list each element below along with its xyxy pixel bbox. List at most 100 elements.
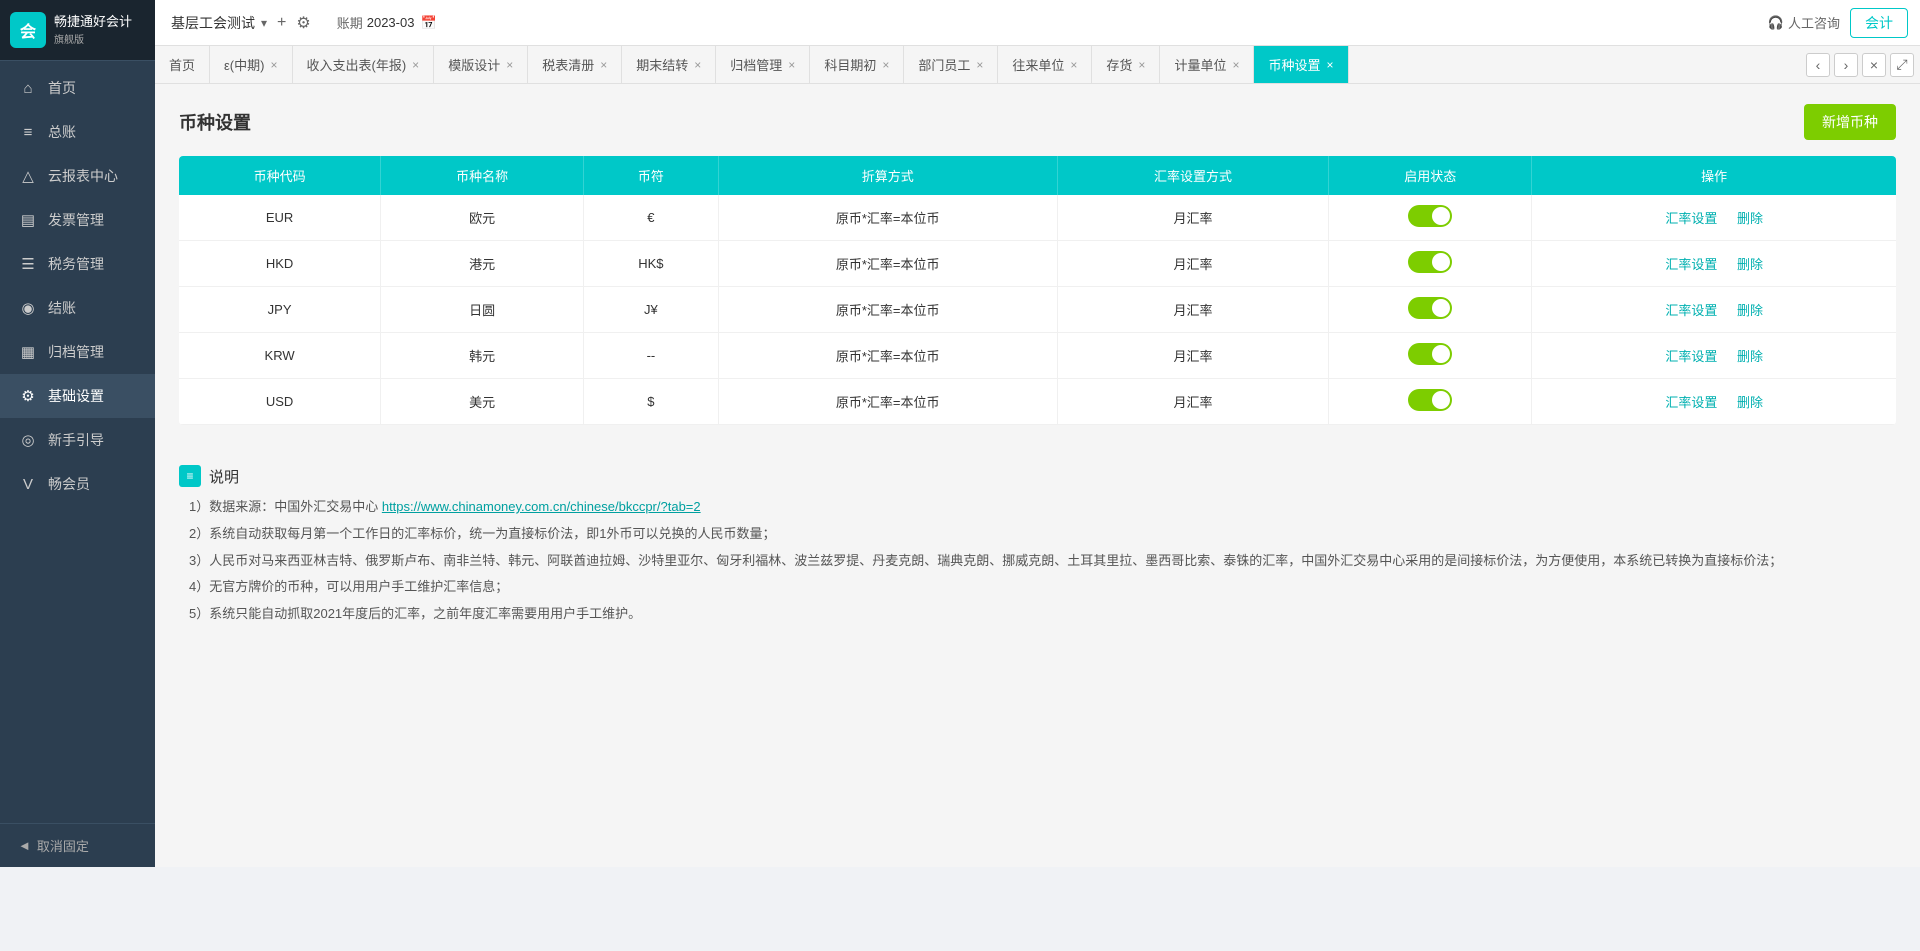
cell-actions: 汇率设置 删除 xyxy=(1532,241,1896,287)
tab-template[interactable]: 模版设计 × xyxy=(434,46,528,83)
sidebar-item-tax[interactable]: ☰ 税务管理 xyxy=(0,242,155,286)
rate-setting-link[interactable]: 汇率设置 xyxy=(1665,257,1717,272)
tab-contacts[interactable]: 往来单位 × xyxy=(998,46,1092,83)
delete-link[interactable]: 删除 xyxy=(1737,257,1763,272)
tab-close-icon[interactable]: × xyxy=(1138,58,1145,72)
tab-maximize-button[interactable]: ⤢ xyxy=(1890,53,1914,77)
sidebar-item-archive[interactable]: ▦ 归档管理 xyxy=(0,330,155,374)
sidebar-item-reports[interactable]: △ 云报表中心 xyxy=(0,154,155,198)
tab-inventory[interactable]: 存货 × xyxy=(1092,46,1160,83)
rate-setting-link[interactable]: 汇率设置 xyxy=(1665,395,1717,410)
tab-close-icon[interactable]: × xyxy=(882,58,889,72)
tab-close-icon[interactable]: × xyxy=(506,58,513,72)
enabled-toggle[interactable] xyxy=(1408,389,1452,411)
topbar-right: 🎧 人工咨询 会计 xyxy=(1768,8,1908,38)
delete-link[interactable]: 删除 xyxy=(1737,395,1763,410)
cell-status xyxy=(1329,195,1532,241)
note-item: 5）系统只能自动抓取2021年度后的汇率，之前年度汇率需要用用户手工维护。 xyxy=(189,604,1896,625)
enabled-toggle[interactable] xyxy=(1408,205,1452,227)
tab-archive[interactable]: 归档管理 × xyxy=(716,46,810,83)
toggle-knob xyxy=(1432,391,1450,409)
sidebar-item-invoice[interactable]: ▤ 发票管理 xyxy=(0,198,155,242)
note-item: 3）人民币对马来西亚林吉特、俄罗斯卢布、南非兰特、韩元、阿联酋迪拉姆、沙特里亚尔… xyxy=(189,551,1896,572)
sidebar-pin-toggle[interactable]: ◄ 取消固定 xyxy=(0,823,155,867)
page-header: 币种设置 新增币种 xyxy=(179,104,1896,140)
company-dropdown-icon[interactable]: ▾ xyxy=(261,16,267,30)
sidebar-item-guide[interactable]: ◎ 新手引导 xyxy=(0,418,155,462)
tab-label: ε(中期) xyxy=(224,55,264,74)
sidebar-item-member[interactable]: V 畅会员 xyxy=(0,462,155,506)
tab-currency[interactable]: 币种设置 × xyxy=(1254,46,1348,83)
tab-tax[interactable]: 税表清册 × xyxy=(528,46,622,83)
table-row: USD 美元 $ 原币*汇率=本位币 月汇率 汇率设置 删除 xyxy=(179,379,1896,425)
service-button[interactable]: 🎧 人工咨询 xyxy=(1768,13,1840,32)
tab-close-icon[interactable]: × xyxy=(412,58,419,72)
note-link[interactable]: https://www.chinamoney.com.cn/chinese/bk… xyxy=(382,499,701,514)
tab-subjects[interactable]: 科目期初 × xyxy=(810,46,904,83)
sidebar-item-label: 归档管理 xyxy=(48,342,104,362)
tab-label: 部门员工 xyxy=(918,55,970,74)
enabled-toggle[interactable] xyxy=(1408,343,1452,365)
cell-code: JPY xyxy=(179,287,381,333)
tab-close-icon[interactable]: × xyxy=(976,58,983,72)
cell-code: KRW xyxy=(179,333,381,379)
delete-link[interactable]: 删除 xyxy=(1737,303,1763,318)
cell-code: EUR xyxy=(179,195,381,241)
note-item: 4）无官方牌价的币种，可以用用户手工维护汇率信息； xyxy=(189,577,1896,598)
rate-setting-link[interactable]: 汇率设置 xyxy=(1665,349,1717,364)
tab-prev-button[interactable]: ‹ xyxy=(1806,53,1830,77)
tab-next-button[interactable]: › xyxy=(1834,53,1858,77)
tab-close-icon[interactable]: × xyxy=(600,58,607,72)
tab-income[interactable]: 收入支出表(年报) × xyxy=(293,46,435,83)
add-company-icon[interactable]: + xyxy=(277,14,286,32)
tabbar: 首页 ε(中期) × 收入支出表(年报) × 模版设计 × 税表清册 × 期末结… xyxy=(155,46,1920,84)
sidebar-item-settings[interactable]: ⚙ 基础设置 xyxy=(0,374,155,418)
guide-icon: ◎ xyxy=(18,431,38,449)
tab-close-all-button[interactable]: × xyxy=(1862,53,1886,77)
cell-status xyxy=(1329,287,1532,333)
rate-setting-link[interactable]: 汇率设置 xyxy=(1665,211,1717,226)
enabled-toggle[interactable] xyxy=(1408,297,1452,319)
delete-link[interactable]: 删除 xyxy=(1737,349,1763,364)
period-label: 账期 xyxy=(337,13,363,32)
tab-close-icon[interactable]: × xyxy=(270,58,277,72)
home-icon: ⌂ xyxy=(18,80,38,97)
cell-symbol: J¥ xyxy=(584,287,718,333)
tab-period-end[interactable]: 期末结转 × xyxy=(622,46,716,83)
new-currency-button[interactable]: 新增币种 xyxy=(1804,104,1896,140)
toggle-knob xyxy=(1432,299,1450,317)
col-actions: 操作 xyxy=(1532,156,1896,195)
tab-label: 计量单位 xyxy=(1174,55,1226,74)
tab-close-icon[interactable]: × xyxy=(1326,58,1333,72)
sidebar-item-settle[interactable]: ◉ 结账 xyxy=(0,286,155,330)
col-method: 折算方式 xyxy=(718,156,1057,195)
company-settings-icon[interactable]: ⚙ xyxy=(296,13,310,33)
tab-close-icon[interactable]: × xyxy=(788,58,795,72)
note-title-text: 说明 xyxy=(209,466,239,487)
enabled-toggle[interactable] xyxy=(1408,251,1452,273)
rate-setting-link[interactable]: 汇率设置 xyxy=(1665,303,1717,318)
tab-units[interactable]: 计量单位 × xyxy=(1160,46,1254,83)
account-button[interactable]: 会计 xyxy=(1850,8,1908,38)
col-rate-method: 汇率设置方式 xyxy=(1057,156,1329,195)
sidebar-item-ledger[interactable]: ≡ 总账 xyxy=(0,110,155,154)
cell-method: 原币*汇率=本位币 xyxy=(718,333,1057,379)
tab-close-icon[interactable]: × xyxy=(694,58,701,72)
tab-departments[interactable]: 部门员工 × xyxy=(904,46,998,83)
tab-close-icon[interactable]: × xyxy=(1070,58,1077,72)
col-name: 币种名称 xyxy=(381,156,584,195)
delete-link[interactable]: 删除 xyxy=(1737,211,1763,226)
tab-label: 存货 xyxy=(1106,55,1132,74)
tab-close-icon[interactable]: × xyxy=(1232,58,1239,72)
tab-balance[interactable]: ε(中期) × xyxy=(210,46,292,83)
tab-home[interactable]: 首页 xyxy=(155,46,210,83)
note-item: 1）数据来源：中国外汇交易中心 https://www.chinamoney.c… xyxy=(189,497,1896,518)
period-value: 2023-03 xyxy=(367,15,415,30)
cell-method: 原币*汇率=本位币 xyxy=(718,195,1057,241)
cell-symbol: $ xyxy=(584,379,718,425)
calendar-icon[interactable]: 📅 xyxy=(420,15,436,31)
tab-label: 模版设计 xyxy=(448,55,500,74)
tab-label: 往来单位 xyxy=(1012,55,1064,74)
sidebar-item-label: 税务管理 xyxy=(48,254,104,274)
sidebar-item-home[interactable]: ⌂ 首页 xyxy=(0,66,155,110)
